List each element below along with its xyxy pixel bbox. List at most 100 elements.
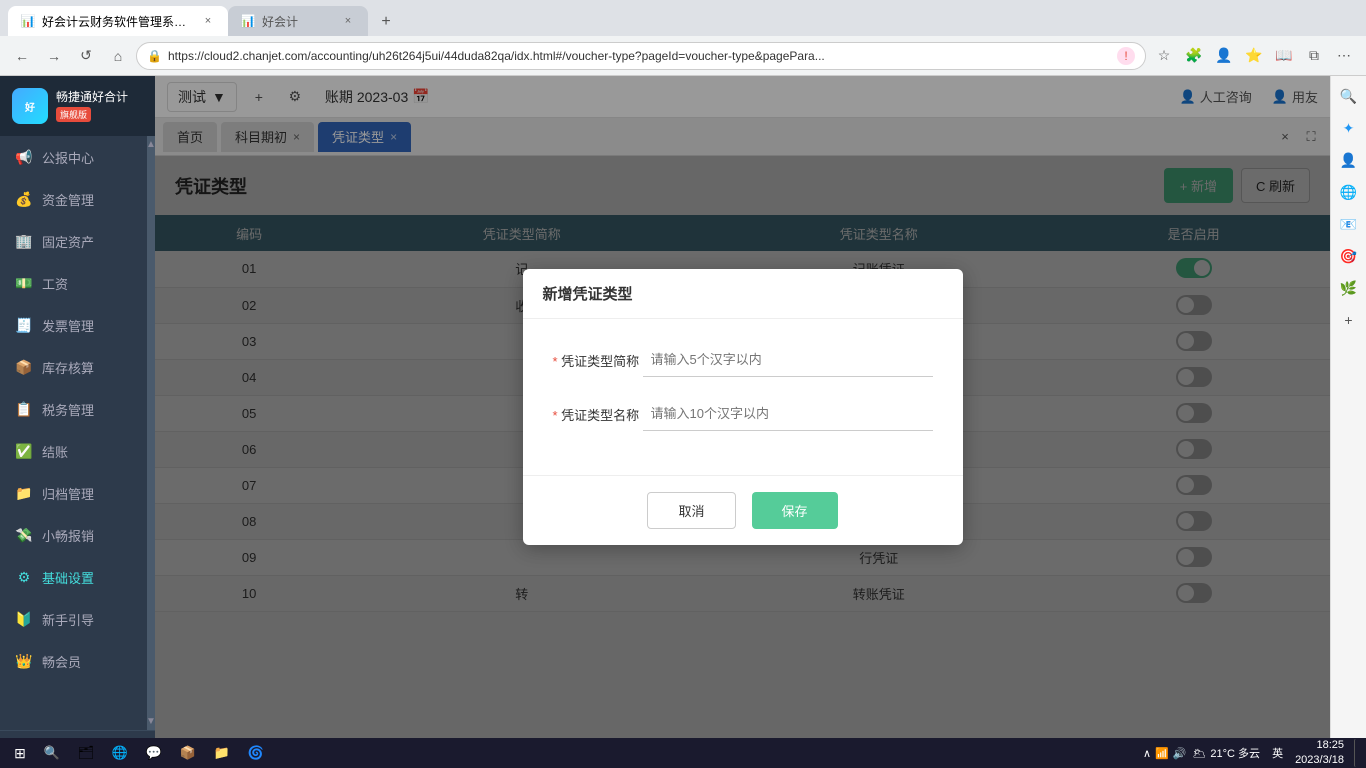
forward-button[interactable]: → bbox=[40, 42, 68, 70]
sidebar-logo: 好 畅捷通好合计 旗舰版 bbox=[0, 76, 155, 136]
dialog-overlay: 新增凭证类型 凭证类型简称 凭证类型名称 取消 保存 bbox=[155, 76, 1330, 738]
full-name-label: 凭证类型名称 bbox=[553, 405, 643, 424]
back-button[interactable]: ← bbox=[8, 42, 36, 70]
taskbar-browser[interactable]: 🌐 bbox=[106, 739, 134, 767]
taskbar-edge[interactable]: 🌀 bbox=[242, 739, 270, 767]
right-app2-icon[interactable]: 🌿 bbox=[1335, 274, 1363, 302]
browser-tab-1[interactable]: 📊 好会计云财务软件管理系统_会计 × bbox=[8, 6, 228, 36]
right-globe-icon[interactable]: 🌐 bbox=[1335, 178, 1363, 206]
sidebar-item-label-invoice: 发票管理 bbox=[42, 316, 94, 335]
taskbar: ⊞ 🔍 🗂 🌐 💬 📦 📁 🌀 ∧ 📶 🔊 🌥 21°C 多云 英 18:25 … bbox=[0, 738, 1366, 768]
sidebar-item-guide[interactable]: 🔰 新手引导 bbox=[0, 598, 147, 640]
sidebar-item-expense[interactable]: 💸 小畅报销 bbox=[0, 514, 147, 556]
fund-icon: 💰 bbox=[14, 189, 34, 209]
dialog-title: 新增凭证类型 bbox=[523, 269, 963, 319]
new-tab-button[interactable]: + bbox=[372, 8, 400, 36]
home-button[interactable]: ⌂ bbox=[104, 42, 132, 70]
start-button[interactable]: ⊞ bbox=[8, 741, 32, 765]
right-mail-icon[interactable]: 📧 bbox=[1335, 210, 1363, 238]
cancel-button-label: 取消 bbox=[678, 504, 704, 519]
short-name-field: 凭证类型简称 bbox=[553, 343, 933, 377]
sidebar-scroll: 📢 公报中心 💰 资金管理 🏢 固定资产 💵 工资 🧾 发票管理 bbox=[0, 136, 147, 730]
right-search-icon[interactable]: 🔍 bbox=[1335, 82, 1363, 110]
tab2-favicon: 📊 bbox=[240, 13, 256, 29]
weather-icon: 🌥 bbox=[1192, 747, 1206, 760]
sidebar-item-checkout[interactable]: ✅ 结账 bbox=[0, 430, 147, 472]
taskbar-app1[interactable]: 📦 bbox=[174, 739, 202, 767]
reading-mode-icon[interactable]: 📖 bbox=[1270, 42, 1298, 70]
sidebar-item-member[interactable]: 👑 畅会员 bbox=[0, 640, 147, 682]
sidebar-item-label-announcements: 公报中心 bbox=[42, 148, 94, 167]
browser-tab-2[interactable]: 📊 好会计 × bbox=[228, 6, 368, 36]
refresh-button[interactable]: ↺ bbox=[72, 42, 100, 70]
sidebar-item-label-inventory: 库存核算 bbox=[42, 358, 94, 377]
taskbar-search[interactable]: 🔍 bbox=[38, 739, 66, 767]
toolbar-actions: ☆ 🧩 👤 ⭐ 📖 ⧉ ⋯ bbox=[1150, 42, 1358, 70]
sidebar-item-tax[interactable]: 📋 税务管理 bbox=[0, 388, 147, 430]
right-add-icon[interactable]: + bbox=[1335, 306, 1363, 334]
taskbar-volume-icon[interactable]: 🔊 bbox=[1173, 747, 1187, 760]
weather-text: 21°C 多云 bbox=[1210, 745, 1260, 761]
sidebar-item-fund[interactable]: 💰 资金管理 bbox=[0, 178, 147, 220]
settings-icon: ⚙ bbox=[14, 567, 34, 587]
url-text: https://cloud2.chanjet.com/accounting/uh… bbox=[168, 49, 1111, 63]
logo-badge: 旗舰版 bbox=[56, 107, 91, 122]
taskbar-wechat[interactable]: 💬 bbox=[140, 739, 168, 767]
full-name-input[interactable] bbox=[643, 397, 933, 431]
expense-icon: 💸 bbox=[14, 525, 34, 545]
sidebar: 好 畅捷通好合计 旗舰版 📢 公报中心 💰 资金管理 🏢 固定资产 bbox=[0, 76, 155, 768]
sidebar-item-fixed-assets[interactable]: 🏢 固定资产 bbox=[0, 220, 147, 262]
sidebar-item-archive[interactable]: 📁 归档管理 bbox=[0, 472, 147, 514]
checkout-icon: ✅ bbox=[14, 441, 34, 461]
address-bar[interactable]: 🔒 https://cloud2.chanjet.com/accounting/… bbox=[136, 42, 1146, 70]
save-button[interactable]: 保存 bbox=[752, 492, 838, 529]
taskbar-show-desktop[interactable] bbox=[1354, 739, 1358, 767]
taskbar-network-icon[interactable]: 📶 bbox=[1155, 747, 1169, 760]
input-method-indicator: 英 bbox=[1272, 745, 1283, 761]
clock-time: 18:25 bbox=[1295, 738, 1344, 753]
favorites-icon[interactable]: ⭐ bbox=[1240, 42, 1268, 70]
sidebar-item-announcements[interactable]: 📢 公报中心 bbox=[0, 136, 147, 178]
taskbar-up-arrow[interactable]: ∧ bbox=[1143, 747, 1151, 760]
profile-icon[interactable]: 👤 bbox=[1210, 42, 1238, 70]
guide-icon: 🔰 bbox=[14, 609, 34, 629]
sidebar-item-invoice[interactable]: 🧾 发票管理 bbox=[0, 304, 147, 346]
taskbar-clock[interactable]: 18:25 2023/3/18 bbox=[1295, 738, 1344, 768]
tab2-title: 好会计 bbox=[262, 13, 334, 30]
sidebar-item-label-payroll: 工资 bbox=[42, 274, 68, 293]
cancel-button[interactable]: 取消 bbox=[647, 492, 735, 529]
dialog-footer: 取消 保存 bbox=[523, 475, 963, 545]
sidebar-item-payroll[interactable]: 💵 工资 bbox=[0, 262, 147, 304]
scroll-down-arrow[interactable]: ▼ bbox=[146, 713, 155, 730]
taskbar-task-view[interactable]: 🗂 bbox=[72, 739, 100, 767]
sidebar-item-label-checkout: 结账 bbox=[42, 442, 68, 461]
full-name-field: 凭证类型名称 bbox=[553, 397, 933, 431]
bookmark-star-icon[interactable]: ☆ bbox=[1150, 42, 1178, 70]
save-button-label: 保存 bbox=[782, 504, 808, 519]
tax-icon: 📋 bbox=[14, 399, 34, 419]
taskbar-explorer[interactable]: 📁 bbox=[208, 739, 236, 767]
sidebar-item-label-guide: 新手引导 bbox=[42, 610, 94, 629]
right-panel: 🔍 ✦ 👤 🌐 📧 🎯 🌿 + ⚙ bbox=[1330, 76, 1366, 768]
split-screen-icon[interactable]: ⧉ bbox=[1300, 42, 1328, 70]
sidebar-item-label-member: 畅会员 bbox=[42, 652, 81, 671]
more-icon[interactable]: ⋯ bbox=[1330, 42, 1358, 70]
scroll-up-arrow[interactable]: ▲ bbox=[146, 136, 155, 153]
invoice-icon: 🧾 bbox=[14, 315, 34, 335]
logo-icon: 好 bbox=[12, 88, 48, 124]
browser-toolbar: ← → ↺ ⌂ 🔒 https://cloud2.chanjet.com/acc… bbox=[0, 36, 1366, 76]
tab2-close[interactable]: × bbox=[340, 13, 356, 29]
short-name-input[interactable] bbox=[643, 343, 933, 377]
tab1-close[interactable]: × bbox=[200, 13, 216, 29]
right-app1-icon[interactable]: 🎯 bbox=[1335, 242, 1363, 270]
extensions-icon[interactable]: 🧩 bbox=[1180, 42, 1208, 70]
right-user-icon[interactable]: 👤 bbox=[1335, 146, 1363, 174]
sidebar-item-inventory[interactable]: 📦 库存核算 bbox=[0, 346, 147, 388]
taskbar-system-tray: ∧ 📶 🔊 bbox=[1143, 747, 1186, 760]
browser-chrome: 📊 好会计云财务软件管理系统_会计 × 📊 好会计 × + ← → ↺ ⌂ 🔒 … bbox=[0, 0, 1366, 76]
right-star-icon[interactable]: ✦ bbox=[1335, 114, 1363, 142]
sidebar-item-label-settings: 基础设置 bbox=[42, 568, 94, 587]
sidebar-item-settings[interactable]: ⚙ 基础设置 bbox=[0, 556, 147, 598]
sidebar-item-label-tax: 税务管理 bbox=[42, 400, 94, 419]
logo-text-wrapper: 畅捷通好合计 旗舰版 bbox=[56, 90, 128, 123]
